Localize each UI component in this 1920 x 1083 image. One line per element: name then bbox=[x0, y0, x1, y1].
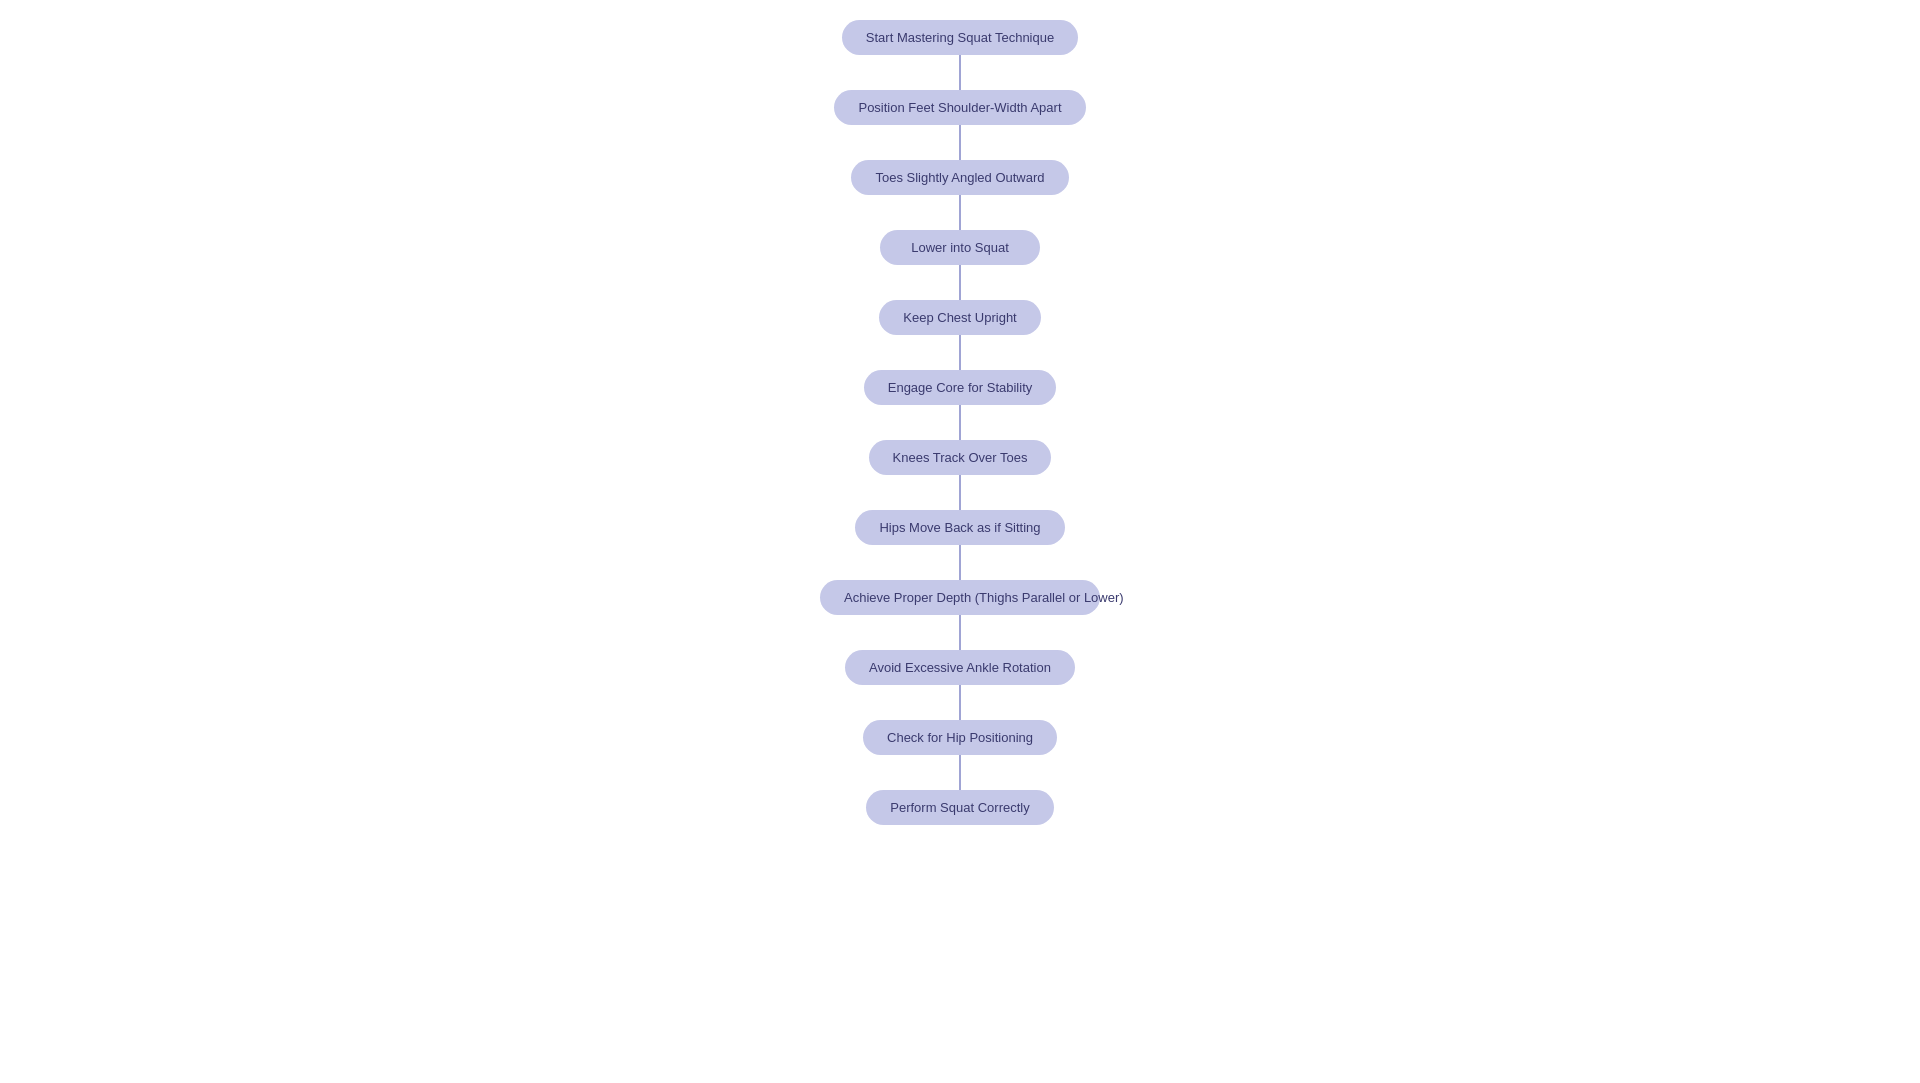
flow-connector-4 bbox=[959, 335, 961, 370]
flow-connector-0 bbox=[959, 55, 961, 90]
flow-node-position-feet: Position Feet Shoulder-Width Apart bbox=[834, 90, 1085, 125]
flow-node-lower-squat: Lower into Squat bbox=[880, 230, 1040, 265]
flow-node-perform-squat: Perform Squat Correctly bbox=[866, 790, 1053, 825]
flow-node-achieve-depth: Achieve Proper Depth (Thighs Parallel or… bbox=[820, 580, 1100, 615]
flow-connector-8 bbox=[959, 615, 961, 650]
flow-node-engage-core: Engage Core for Stability bbox=[864, 370, 1057, 405]
flow-connector-1 bbox=[959, 125, 961, 160]
flow-connector-7 bbox=[959, 545, 961, 580]
flowchart: Start Mastering Squat Technique Position … bbox=[0, 0, 1920, 825]
flow-node-start: Start Mastering Squat Technique bbox=[842, 20, 1078, 55]
flow-connector-10 bbox=[959, 755, 961, 790]
flow-connector-6 bbox=[959, 475, 961, 510]
flow-connector-5 bbox=[959, 405, 961, 440]
flow-connector-2 bbox=[959, 195, 961, 230]
flow-connector-3 bbox=[959, 265, 961, 300]
flow-node-avoid-ankle: Avoid Excessive Ankle Rotation bbox=[845, 650, 1075, 685]
flow-node-keep-chest: Keep Chest Upright bbox=[879, 300, 1040, 335]
flow-node-knees-track: Knees Track Over Toes bbox=[869, 440, 1052, 475]
flow-connector-9 bbox=[959, 685, 961, 720]
flow-node-check-hip: Check for Hip Positioning bbox=[863, 720, 1057, 755]
flow-node-toes-angled: Toes Slightly Angled Outward bbox=[851, 160, 1068, 195]
flow-node-hips-move: Hips Move Back as if Sitting bbox=[855, 510, 1064, 545]
